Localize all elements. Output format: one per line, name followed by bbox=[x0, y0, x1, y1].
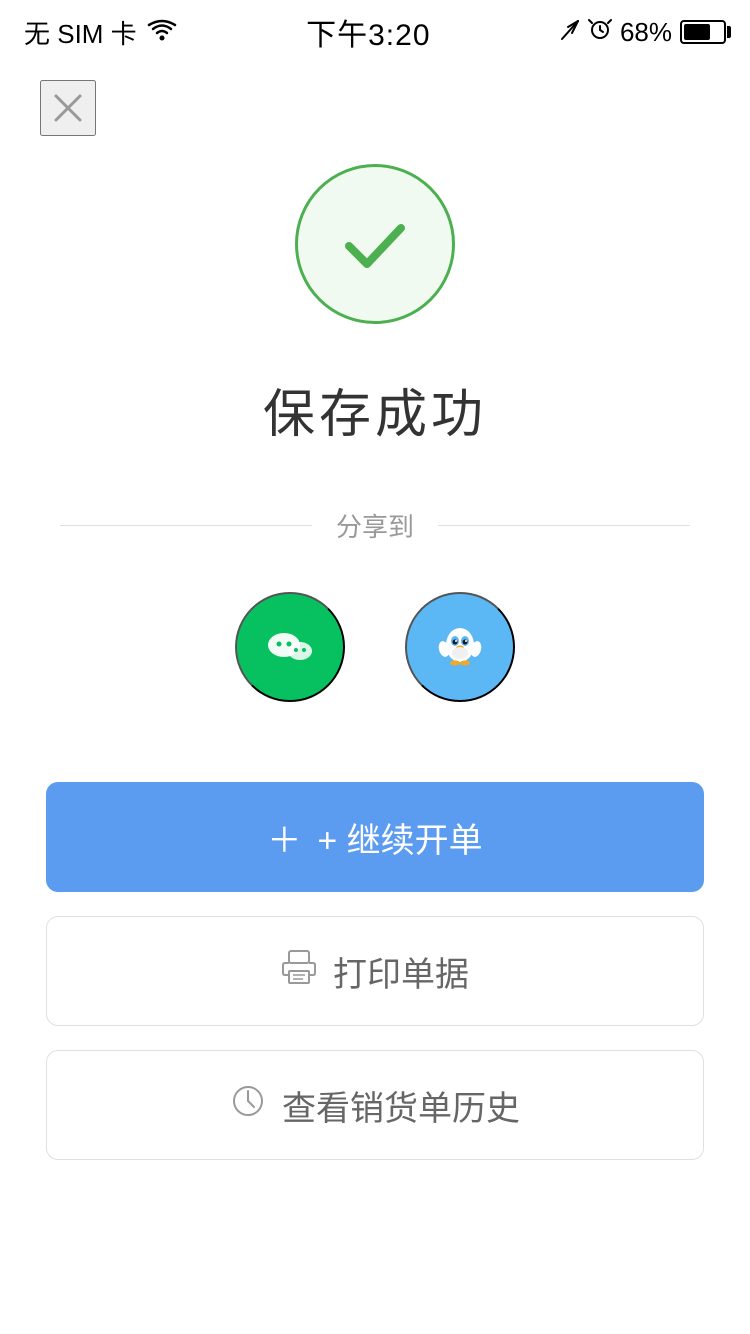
plus-icon: ＋ bbox=[267, 813, 301, 862]
status-time: 下午3:20 bbox=[306, 10, 430, 54]
action-buttons: ＋ + 继续开单 打印单据 bbox=[0, 782, 750, 1160]
history-label: 查看销货单历史 bbox=[282, 1081, 520, 1130]
success-icon-circle bbox=[295, 164, 455, 324]
print-icon bbox=[281, 949, 317, 994]
continue-order-label: + 继续开单 bbox=[317, 813, 482, 862]
history-icon bbox=[230, 1083, 266, 1128]
status-left: 无 SIM 卡 bbox=[24, 14, 177, 51]
location-icon bbox=[560, 17, 580, 48]
continue-order-button[interactable]: ＋ + 继续开单 bbox=[46, 782, 704, 892]
divider-right bbox=[438, 525, 690, 526]
wechat-share-button[interactable] bbox=[235, 592, 345, 702]
qq-share-button[interactable] bbox=[405, 592, 515, 702]
battery-icon bbox=[680, 20, 726, 44]
battery-percentage: 68% bbox=[620, 17, 672, 48]
share-label: 分享到 bbox=[312, 507, 438, 544]
print-button[interactable]: 打印单据 bbox=[46, 916, 704, 1026]
history-button[interactable]: 查看销货单历史 bbox=[46, 1050, 704, 1160]
share-divider: 分享到 bbox=[0, 507, 750, 544]
status-bar: 无 SIM 卡 下午3:20 bbox=[0, 0, 750, 64]
close-button[interactable] bbox=[40, 80, 96, 136]
print-label: 打印单据 bbox=[333, 947, 469, 996]
main-content: 保存成功 分享到 bbox=[0, 64, 750, 1160]
divider-left bbox=[60, 525, 312, 526]
wifi-icon bbox=[147, 17, 177, 48]
share-icons bbox=[235, 592, 515, 702]
alarm-icon bbox=[588, 17, 612, 48]
checkmark-icon bbox=[335, 204, 415, 284]
qq-icon bbox=[428, 615, 492, 679]
success-title: 保存成功 bbox=[263, 372, 487, 447]
carrier-label: 无 SIM 卡 bbox=[24, 14, 137, 51]
status-right: 68% bbox=[560, 17, 726, 48]
wechat-icon bbox=[258, 615, 322, 679]
